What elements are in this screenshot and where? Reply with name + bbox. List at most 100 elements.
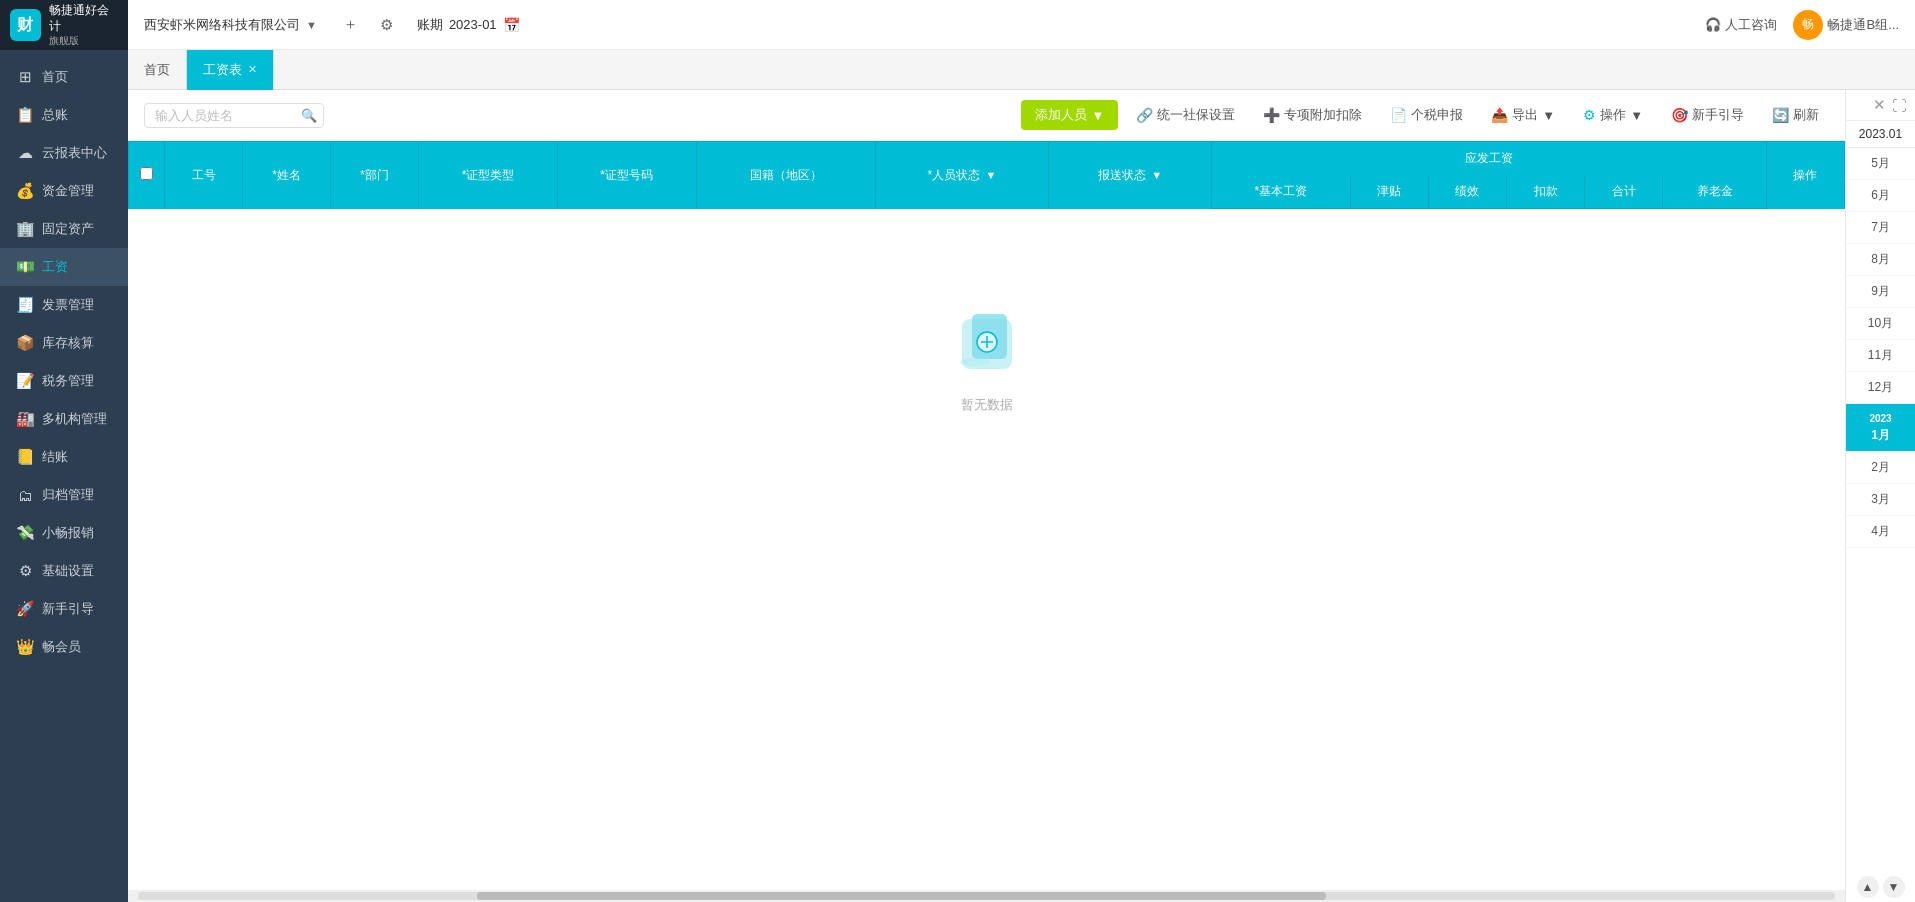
deduction-button[interactable]: ➕ 专项附加扣除 xyxy=(1253,101,1372,129)
scroll-thumb[interactable] xyxy=(477,892,1326,900)
settings-icon[interactable]: ⚙ xyxy=(373,11,401,39)
sidebar-label-close: 结账 xyxy=(42,448,68,466)
sidebar-item-salary[interactable]: 💵工资 xyxy=(0,248,128,286)
company-selector[interactable]: 西安虾米网络科技有限公司 ▼ xyxy=(144,16,317,34)
sidebar-item-member[interactable]: 👑畅会员 xyxy=(0,628,128,666)
th-nationality: 国籍（地区） xyxy=(696,142,876,209)
sidebar-label-salary: 工资 xyxy=(42,258,68,276)
social-security-button[interactable]: 🔗 统一社保设置 xyxy=(1126,101,1245,129)
period-info: 账期 2023-01 📅 xyxy=(417,16,520,34)
sidebar-label-guide: 新手引导 xyxy=(42,600,94,618)
search-icon: 🔍 xyxy=(301,108,317,123)
add-person-chevron-icon: ▼ xyxy=(1091,108,1104,123)
date-list-item[interactable]: 7月 xyxy=(1846,212,1915,244)
guide-label: 新手引导 xyxy=(1692,106,1744,124)
invoice-icon: 🧾 xyxy=(16,296,34,314)
sidebar-item-guide[interactable]: 🚀新手引导 xyxy=(0,590,128,628)
date-nav-up-button[interactable]: ▲ xyxy=(1857,876,1879,898)
support-label: 人工咨询 xyxy=(1725,16,1777,34)
close-icon[interactable]: ✕ xyxy=(1873,96,1886,114)
chevron-down-icon: ▼ xyxy=(306,19,317,31)
table-scrollbar[interactable] xyxy=(128,890,1845,902)
export-icon: 📤 xyxy=(1491,107,1508,123)
date-list-item[interactable]: 6月 xyxy=(1846,180,1915,212)
cloud-report-icon: ☁ xyxy=(16,144,34,162)
tab-home[interactable]: 首页 xyxy=(128,50,187,90)
salary-content: 🔍 添加人员 ▼ 🔗 统一社保设置 ➕ 专项附加扣除 xyxy=(128,90,1845,902)
sidebar-label-general-ledger: 总账 xyxy=(42,106,68,124)
expense-icon: 💸 xyxy=(16,524,34,542)
tax-icon: 📄 xyxy=(1390,107,1407,123)
sidebar-item-multi-org[interactable]: 🏭多机构管理 xyxy=(0,400,128,438)
sidebar-item-home[interactable]: ⊞首页 xyxy=(0,58,128,96)
sidebar-item-inventory[interactable]: 📦库存核算 xyxy=(0,324,128,362)
app-subtitle: 旗舰版 xyxy=(49,34,118,47)
date-nav-down-button[interactable]: ▼ xyxy=(1883,876,1905,898)
th-base-salary: *基本工资 xyxy=(1212,175,1351,209)
operations-button[interactable]: ⚙ 操作 ▼ xyxy=(1573,101,1653,129)
date-month-label: 3月 xyxy=(1871,492,1890,506)
select-all-checkbox[interactable] xyxy=(140,167,153,180)
search-input[interactable] xyxy=(155,108,295,123)
calendar-icon[interactable]: 📅 xyxy=(503,17,520,33)
sidebar-item-archive[interactable]: 🗂归档管理 xyxy=(0,476,128,514)
guide-button[interactable]: 🎯 新手引导 xyxy=(1661,101,1754,129)
th-pension: 养老金 xyxy=(1663,175,1766,209)
sidebar-label-tax: 税务管理 xyxy=(42,372,94,390)
refresh-icon: 🔄 xyxy=(1772,107,1789,123)
empty-state-text: 暂无数据 xyxy=(961,396,1013,414)
date-list-item[interactable]: 5月 xyxy=(1846,148,1915,180)
add-person-button[interactable]: 添加人员 ▼ xyxy=(1021,100,1118,130)
search-box[interactable]: 🔍 xyxy=(144,103,324,128)
sidebar-label-fund: 资金管理 xyxy=(42,182,94,200)
sidebar-item-expense[interactable]: 💸小畅报销 xyxy=(0,514,128,552)
refresh-label: 刷新 xyxy=(1793,106,1819,124)
sidebar-item-fixed-assets[interactable]: 🏢固定资产 xyxy=(0,210,128,248)
deduction-label: 专项附加扣除 xyxy=(1284,106,1362,124)
th-employee-id: 工号 xyxy=(165,142,243,209)
date-panel-header: ✕ ⛶ xyxy=(1846,90,1915,121)
sidebar-item-basic-settings[interactable]: ⚙基础设置 xyxy=(0,552,128,590)
sidebar-item-fund[interactable]: 💰资金管理 xyxy=(0,172,128,210)
sidebar-item-general-ledger[interactable]: 📋 总账 xyxy=(0,96,128,134)
sidebar-item-cloud-report[interactable]: ☁云报表中心 xyxy=(0,134,128,172)
date-list-item[interactable]: 8月 xyxy=(1846,244,1915,276)
refresh-button[interactable]: 🔄 刷新 xyxy=(1762,101,1829,129)
date-month-label: 9月 xyxy=(1871,284,1890,298)
date-month-label: 8月 xyxy=(1871,252,1890,266)
date-list-item[interactable]: 9月 xyxy=(1846,276,1915,308)
date-month-label: 12月 xyxy=(1868,380,1893,394)
salary-table: 工号 *姓名 *部门 *证型类型 *证型号码 国籍（地区） *人员状态 ▼ 报送… xyxy=(128,141,1845,209)
operations-label: 操作 xyxy=(1600,106,1626,124)
tab-close-salary[interactable]: ✕ xyxy=(248,63,257,76)
salary-table-container[interactable]: 工号 *姓名 *部门 *证型类型 *证型号码 国籍（地区） *人员状态 ▼ 报送… xyxy=(128,141,1845,890)
th-total: 合计 xyxy=(1585,175,1663,209)
sidebar-item-tax[interactable]: 📝税务管理 xyxy=(0,362,128,400)
user-profile[interactable]: 畅 畅捷通B组... xyxy=(1793,10,1899,40)
tab-label-home: 首页 xyxy=(144,61,170,79)
operations-icon: ⚙ xyxy=(1583,107,1596,123)
add-company-button[interactable]: ＋ xyxy=(337,11,365,39)
date-list-item[interactable]: 2月 xyxy=(1846,452,1915,484)
date-list-item[interactable]: 11月 xyxy=(1846,340,1915,372)
expand-icon[interactable]: ⛶ xyxy=(1892,97,1907,114)
user-avatar: 畅 xyxy=(1793,10,1823,40)
date-list-item[interactable]: 20231月 xyxy=(1846,404,1915,452)
basic-settings-icon: ⚙ xyxy=(16,562,34,580)
export-button[interactable]: 📤 导出 ▼ xyxy=(1481,101,1565,129)
sidebar-item-close[interactable]: 📒结账 xyxy=(0,438,128,476)
th-checkbox[interactable] xyxy=(129,142,165,209)
sidebar-label-multi-org: 多机构管理 xyxy=(42,410,107,428)
general-ledger-icon: 📋 xyxy=(16,106,34,124)
tab-salary[interactable]: 工资表✕ xyxy=(187,50,274,90)
date-list-item[interactable]: 10月 xyxy=(1846,308,1915,340)
sidebar-item-invoice[interactable]: 🧾发票管理 xyxy=(0,286,128,324)
archive-icon: 🗂 xyxy=(16,487,34,504)
date-month-label: 7月 xyxy=(1871,220,1890,234)
date-list-item[interactable]: 4月 xyxy=(1846,516,1915,548)
app-logo: 财 畅捷通好会计 旗舰版 xyxy=(0,0,128,50)
date-list-item[interactable]: 12月 xyxy=(1846,372,1915,404)
date-list-item[interactable]: 3月 xyxy=(1846,484,1915,516)
tax-button[interactable]: 📄 个税申报 xyxy=(1380,101,1473,129)
support-button[interactable]: 🎧 人工咨询 xyxy=(1705,16,1777,34)
